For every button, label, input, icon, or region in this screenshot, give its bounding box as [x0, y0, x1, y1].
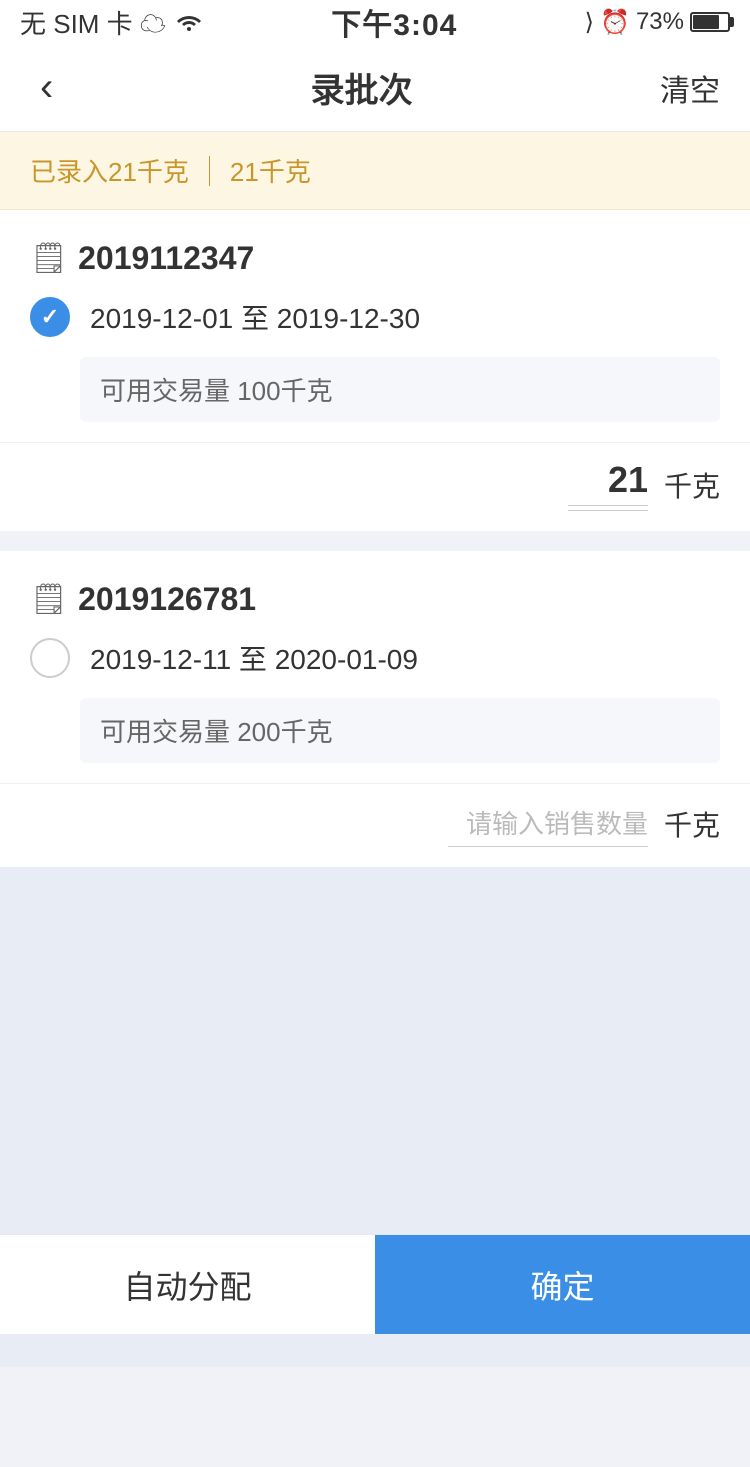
- status-left: 无 SIM 卡 ☁: [20, 4, 204, 41]
- batch-1-date-row[interactable]: 2019-12-01 至 2019-12-30: [0, 287, 750, 347]
- summary-bar: 已录入21千克 21千克: [0, 132, 750, 210]
- batch-1-available: 可用交易量 100千克: [80, 357, 720, 422]
- batch-1-qty-row: 21 千克: [0, 442, 750, 531]
- total-label: 21千克: [230, 152, 311, 189]
- batch-2-available: 可用交易量 200千克: [80, 698, 720, 763]
- alarm-icon: ⏰: [600, 8, 630, 37]
- batch-2-header: 🗒 2019126781: [0, 551, 750, 628]
- battery-text: 73%: [636, 8, 684, 36]
- batch-2-date-row[interactable]: 2019-12-11 至 2020-01-09: [0, 628, 750, 688]
- batch-1-unit: 千克: [664, 465, 720, 505]
- batch-2-qty-input[interactable]: [448, 800, 648, 842]
- batch-2-qty-underline[interactable]: [448, 800, 648, 847]
- document-icon-1: 🗒: [30, 241, 68, 276]
- batch-1-header: 🗒 2019112347: [0, 210, 750, 287]
- confirm-button[interactable]: 确定: [375, 1235, 750, 1334]
- document-icon-2: 🗒: [30, 582, 68, 617]
- recorded-label: 已录入21千克: [30, 152, 189, 189]
- batch-1-date: 2019-12-01 至 2019-12-30: [90, 297, 420, 337]
- auto-distribute-button[interactable]: 自动分配: [0, 1235, 375, 1334]
- summary-divider: [209, 156, 210, 186]
- batch-card-1: 🗒 2019112347 2019-12-01 至 2019-12-30 可用交…: [0, 210, 750, 531]
- batch-1-number: 2019112347: [78, 240, 254, 277]
- battery-icon: [690, 12, 730, 32]
- status-time: 下午3:04: [331, 0, 457, 44]
- nav-bar: ‹ 录批次 清空: [0, 44, 750, 132]
- batch-2-radio[interactable]: [30, 638, 70, 678]
- batch-2-date: 2019-12-11 至 2020-01-09: [90, 638, 418, 678]
- back-button[interactable]: ‹: [30, 55, 63, 120]
- batch-1-qty-underline[interactable]: 21: [568, 459, 648, 511]
- location-icon: ⟩: [585, 8, 594, 37]
- bottom-bar: 自动分配 确定: [0, 1234, 750, 1334]
- batch-1-qty-value[interactable]: 21: [568, 459, 648, 506]
- batch-2-qty-row[interactable]: 千克: [0, 783, 750, 867]
- status-bar: 无 SIM 卡 ☁ 下午3:04 ⟩ ⏰ 73%: [0, 0, 750, 44]
- page-title: 录批次: [311, 63, 413, 112]
- status-right: ⟩ ⏰ 73%: [585, 8, 730, 37]
- batch-card-2: 🗒 2019126781 2019-12-11 至 2020-01-09 可用交…: [0, 551, 750, 867]
- batch-2-unit: 千克: [664, 804, 720, 844]
- wifi-icon: [174, 12, 204, 32]
- batch-2-number: 2019126781: [78, 581, 256, 618]
- batch-1-radio[interactable]: [30, 297, 70, 337]
- clear-button[interactable]: 清空: [660, 66, 720, 110]
- no-sim-text: 无 SIM 卡 ☁: [20, 4, 166, 41]
- separator-1: [0, 531, 750, 551]
